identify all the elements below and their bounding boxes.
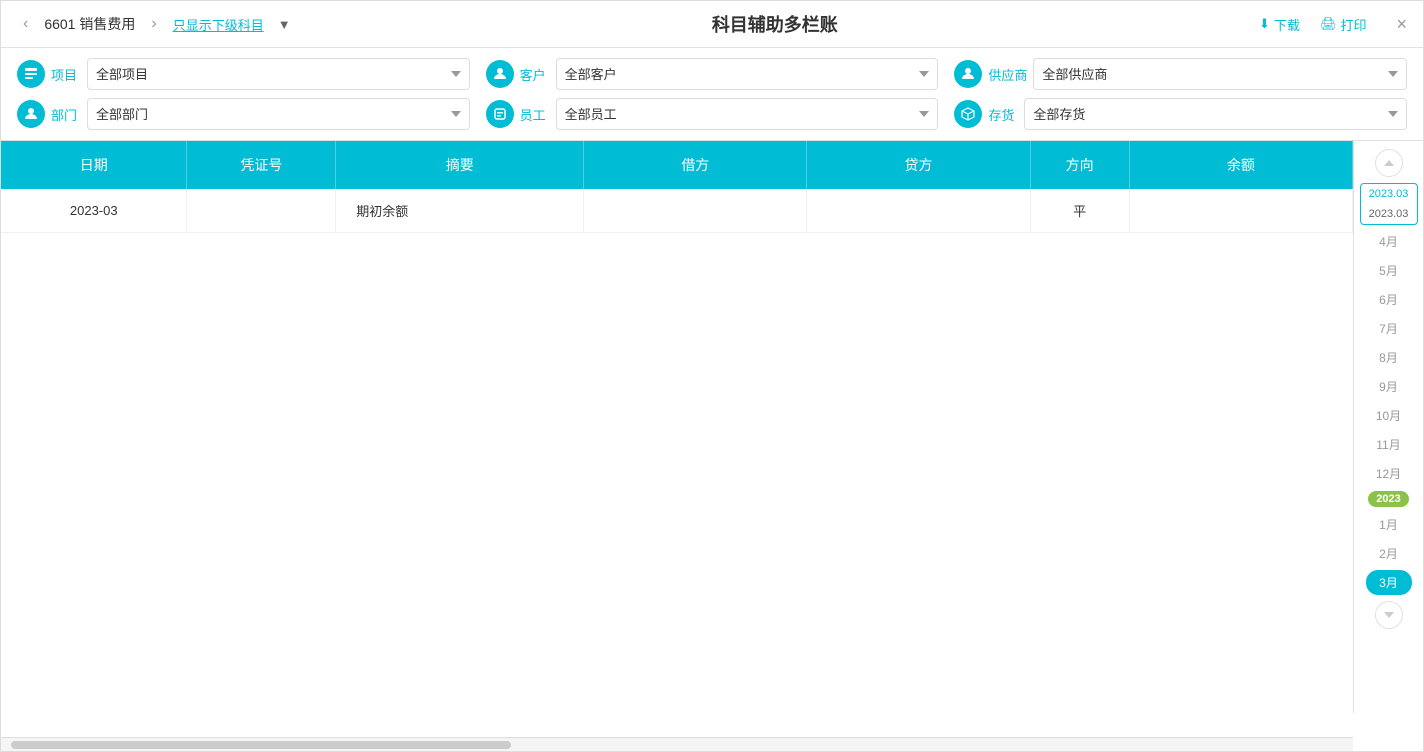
inventory-label: 存货 (988, 105, 1018, 124)
department-icon (17, 100, 45, 128)
next-button[interactable]: › (145, 13, 162, 35)
main-area: 日期 凭证号 摘要 借方 贷方 方向 余额 2023-03 期初余额 (1, 141, 1423, 713)
timeline-item-10[interactable]: 10月 (1354, 401, 1423, 430)
row-direction: 平 (1030, 189, 1129, 233)
account-code: 6601 销售费用 (44, 14, 135, 34)
filter-item-employee: 员工 全部员工 (486, 98, 939, 130)
filter-item-inventory: 存货 全部存货 (954, 98, 1407, 130)
project-select[interactable]: 全部项目 (87, 58, 470, 90)
download-button[interactable]: ⬇ 下载 (1259, 15, 1300, 34)
col-voucher: 凭证号 (187, 141, 336, 189)
ledger-table: 日期 凭证号 摘要 借方 贷方 方向 余额 2023-03 期初余额 (1, 141, 1353, 233)
download-label: 下载 (1274, 15, 1300, 34)
prev-button[interactable]: ‹ (17, 13, 34, 35)
timeline-item-7[interactable]: 7月 (1354, 314, 1423, 343)
employee-select[interactable]: 全部员工 (556, 98, 939, 130)
header: ‹ 6601 销售费用 › 只显示下级科目 ▼ 科目辅助多栏账 ⬇ 下载 🖨 打… (1, 1, 1423, 48)
table-header-row: 日期 凭证号 摘要 借方 贷方 方向 余额 (1, 141, 1353, 189)
timeline-item-9[interactable]: 9月 (1354, 372, 1423, 401)
print-button[interactable]: 🖨 打印 (1320, 15, 1367, 34)
timeline-item-11[interactable]: 11月 (1354, 430, 1423, 459)
timeline-item-1[interactable]: 1月 (1354, 510, 1423, 539)
col-direction: 方向 (1030, 141, 1129, 189)
show-sub-arrow: ▼ (278, 17, 291, 32)
timeline-item-8[interactable]: 8月 (1354, 343, 1423, 372)
customer-icon (486, 60, 514, 88)
timeline-item-2023-03-1[interactable]: 2023.03 (1361, 184, 1417, 204)
supplier-select[interactable]: 全部供应商 (1033, 58, 1407, 90)
col-summary: 摘要 (336, 141, 584, 189)
print-icon: 🖨 (1320, 16, 1337, 32)
table-wrapper[interactable]: 日期 凭证号 摘要 借方 贷方 方向 余额 2023-03 期初余额 (1, 141, 1353, 713)
row-balance (1129, 189, 1352, 233)
col-debit: 借方 (584, 141, 807, 189)
supplier-label: 供应商 (988, 65, 1027, 84)
timeline-item-3-active[interactable]: 3月 (1366, 570, 1412, 595)
supplier-icon (954, 60, 982, 88)
row-voucher (187, 189, 336, 233)
timeline-item-2[interactable]: 2月 (1354, 539, 1423, 568)
filter-row-2: 部门 全部部门 员工 全部员工 (17, 98, 1407, 130)
row-credit (807, 189, 1030, 233)
col-credit: 贷方 (807, 141, 1030, 189)
table-row: 2023-03 期初余额 平 (1, 189, 1353, 233)
timeline-item-5[interactable]: 5月 (1354, 256, 1423, 285)
employee-icon (486, 100, 514, 128)
timeline-section-top: 2023.03 2023.03 (1360, 183, 1418, 225)
department-select[interactable]: 全部部门 (87, 98, 470, 130)
timeline-item-12[interactable]: 12月 (1354, 459, 1423, 488)
department-label: 部门 (51, 105, 81, 124)
project-label: 项目 (51, 65, 81, 84)
show-sub-button[interactable]: 只显示下级科目 (173, 15, 264, 34)
timeline-item-2023-03-2[interactable]: 2023.03 (1361, 204, 1417, 224)
close-button[interactable]: × (1396, 14, 1407, 35)
page-title: 科目辅助多栏账 (301, 11, 1249, 37)
timeline-up-button[interactable] (1375, 149, 1403, 177)
col-date: 日期 (1, 141, 187, 189)
row-summary: 期初余额 (336, 189, 584, 233)
download-icon: ⬇ (1259, 16, 1270, 32)
timeline-item-4[interactable]: 4月 (1354, 227, 1423, 256)
customer-label: 客户 (520, 65, 550, 84)
print-label: 打印 (1340, 15, 1366, 34)
employee-label: 员工 (520, 105, 550, 124)
main-window: ‹ 6601 销售费用 › 只显示下级科目 ▼ 科目辅助多栏账 ⬇ 下载 🖨 打… (0, 0, 1424, 752)
year-badge: 2023 (1368, 491, 1408, 507)
filter-item-project: 项目 全部项目 (17, 58, 470, 90)
timeline-item-6[interactable]: 6月 (1354, 285, 1423, 314)
inventory-icon (954, 100, 982, 128)
header-actions: ⬇ 下载 🖨 打印 × (1259, 14, 1407, 35)
customer-select[interactable]: 全部客户 (556, 58, 939, 90)
project-icon (17, 60, 45, 88)
row-date: 2023-03 (1, 189, 187, 233)
timeline-down-button[interactable] (1375, 601, 1403, 629)
row-debit (584, 189, 807, 233)
filter-item-supplier: 供应商 全部供应商 (954, 58, 1407, 90)
filter-item-customer: 客户 全部客户 (486, 58, 939, 90)
filter-row-1: 项目 全部项目 客户 全部客户 (17, 58, 1407, 90)
inventory-select[interactable]: 全部存货 (1024, 98, 1407, 130)
filter-item-department: 部门 全部部门 (17, 98, 470, 130)
filter-area: 项目 全部项目 客户 全部客户 (1, 48, 1423, 141)
col-balance: 余额 (1129, 141, 1352, 189)
side-timeline: 2023.03 2023.03 4月 5月 6月 7月 8月 9月 10月 11… (1353, 141, 1423, 713)
